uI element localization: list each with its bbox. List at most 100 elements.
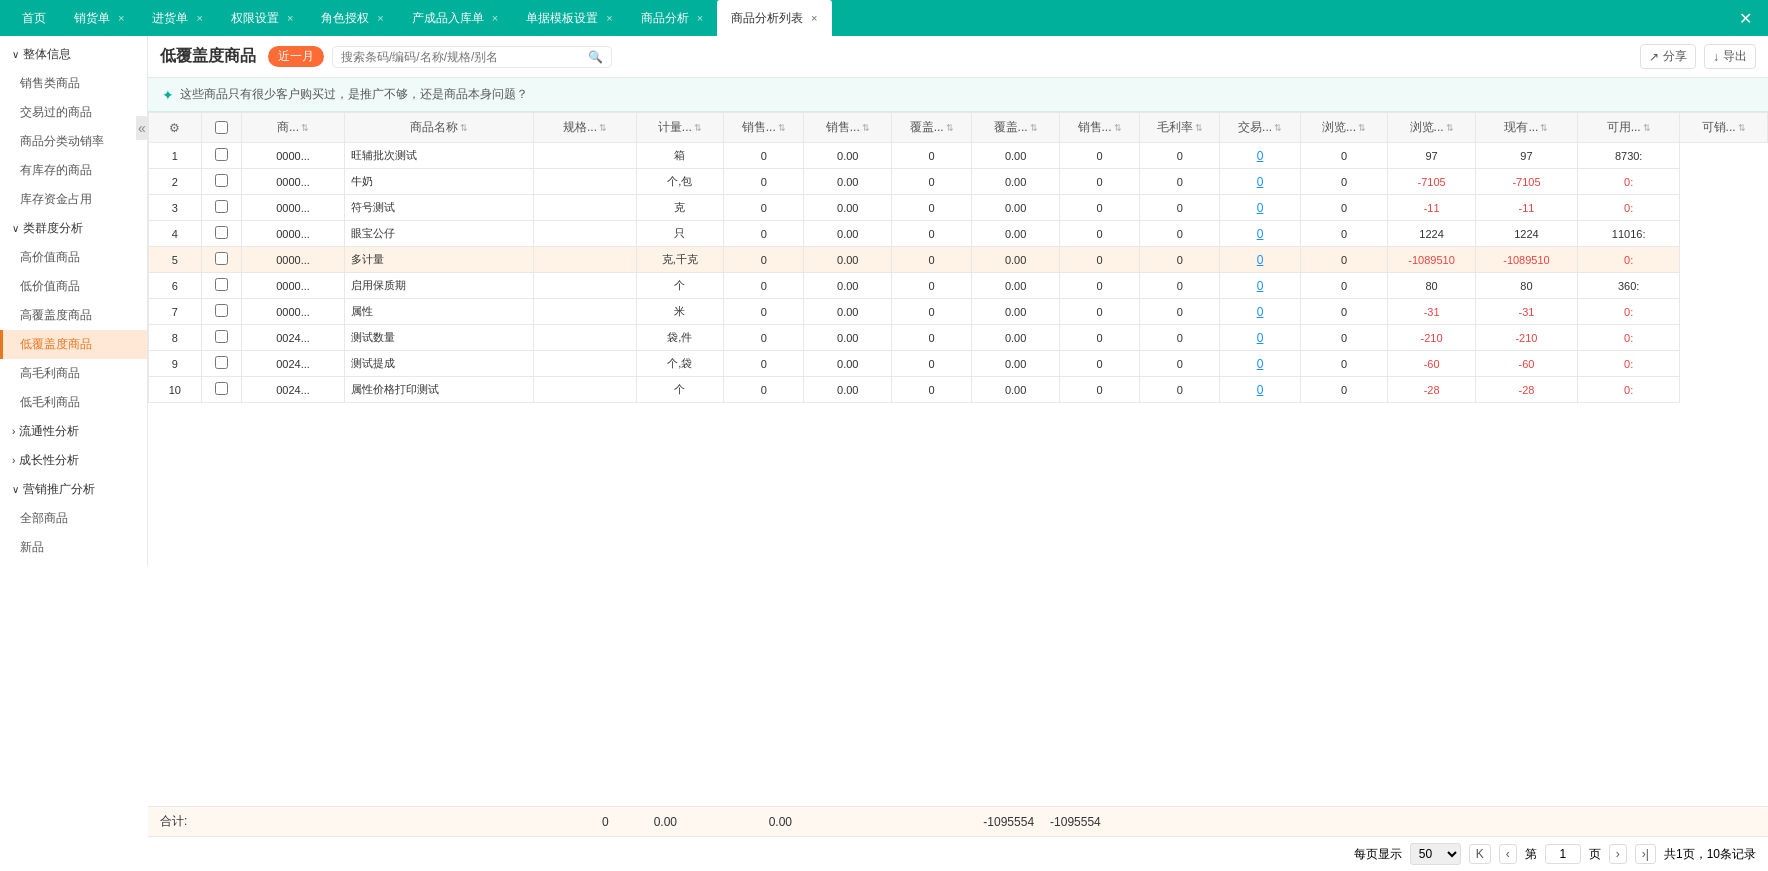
cell-checkbox[interactable] (201, 325, 242, 351)
sidebar-item-low-gross[interactable]: 低毛利商品 (0, 388, 147, 417)
close-icon[interactable]: × (492, 0, 498, 36)
th-gross-rate[interactable]: 毛利率⇅ (1140, 113, 1220, 143)
trade-link[interactable]: 0 (1257, 279, 1264, 293)
cell-trade[interactable]: 0 (1220, 377, 1300, 403)
nav-product-analysis-list[interactable]: 商品分析列表 × (717, 0, 831, 36)
sidebar-collapse-button[interactable]: « (136, 116, 148, 140)
sidebar-item-stocked-products[interactable]: 有库存的商品 (0, 156, 147, 185)
per-page-select[interactable]: 50 100 200 (1410, 843, 1461, 865)
nav-role-auth[interactable]: 角色授权 × (307, 0, 397, 36)
trade-link[interactable]: 0 (1257, 227, 1264, 241)
row-checkbox[interactable] (215, 148, 228, 161)
th-browse2[interactable]: 浏览...⇅ (1388, 113, 1476, 143)
th-code[interactable]: 商...⇅ (242, 113, 344, 143)
trade-link[interactable]: 0 (1257, 357, 1264, 371)
cell-checkbox[interactable] (201, 169, 242, 195)
row-checkbox[interactable] (215, 226, 228, 239)
trade-link[interactable]: 0 (1257, 175, 1264, 189)
close-all-tabs-button[interactable]: ✕ (1731, 9, 1760, 28)
sidebar-section-liquidity[interactable]: › 流通性分析 (0, 417, 147, 446)
share-button[interactable]: ↗ 分享 (1640, 44, 1696, 69)
close-icon[interactable]: × (606, 0, 612, 36)
row-checkbox[interactable] (215, 382, 228, 395)
period-button[interactable]: 近一月 (268, 46, 324, 67)
th-spec[interactable]: 规格...⇅ (534, 113, 636, 143)
trade-link[interactable]: 0 (1257, 305, 1264, 319)
th-cover2[interactable]: 覆盖...⇅ (972, 113, 1060, 143)
th-sales2[interactable]: 销售...⇅ (1059, 113, 1139, 143)
cell-checkbox[interactable] (201, 377, 242, 403)
sidebar-item-all-products[interactable]: 全部商品 (0, 504, 147, 533)
sidebar-item-high-coverage[interactable]: 高覆盖度商品 (0, 301, 147, 330)
cell-checkbox[interactable] (201, 273, 242, 299)
prev-page-button[interactable]: ‹ (1499, 844, 1517, 864)
sidebar-item-traded-products[interactable]: 交易过的商品 (0, 98, 147, 127)
th-checkbox[interactable] (201, 113, 242, 143)
table-wrapper[interactable]: ⚙ 商...⇅ 商品名称⇅ 规格...⇅ (148, 112, 1768, 806)
row-checkbox[interactable] (215, 330, 228, 343)
sidebar-section-marketing[interactable]: ∨ 营销推广分析 (0, 475, 147, 504)
sidebar-section-growth[interactable]: › 成长性分析 (0, 446, 147, 475)
search-input[interactable] (341, 50, 584, 64)
cell-trade[interactable]: 0 (1220, 351, 1300, 377)
settings-icon[interactable]: ⚙ (169, 121, 180, 135)
sidebar-item-category-turnover[interactable]: 商品分类动销率 (0, 127, 147, 156)
nav-product-warehouse[interactable]: 产成品入库单 × (398, 0, 512, 36)
row-checkbox[interactable] (215, 174, 228, 187)
row-checkbox[interactable] (215, 278, 228, 291)
row-checkbox[interactable] (215, 304, 228, 317)
trade-link[interactable]: 0 (1257, 383, 1264, 397)
cell-trade[interactable]: 0 (1220, 195, 1300, 221)
last-page-button[interactable]: ›| (1635, 844, 1656, 864)
row-checkbox[interactable] (215, 356, 228, 369)
th-sales-amt[interactable]: 销售...⇅ (804, 113, 892, 143)
nav-product-analysis[interactable]: 商品分析 × (627, 0, 717, 36)
page-number-input[interactable] (1545, 844, 1581, 864)
sidebar-item-high-value[interactable]: 高价值商品 (0, 243, 147, 272)
close-icon[interactable]: × (377, 0, 383, 36)
nav-home[interactable]: 首页 (8, 0, 60, 36)
cell-trade[interactable]: 0 (1220, 247, 1300, 273)
cell-checkbox[interactable] (201, 299, 242, 325)
close-icon[interactable]: × (118, 0, 124, 36)
th-cover1[interactable]: 覆盖...⇅ (892, 113, 972, 143)
close-icon[interactable]: × (196, 0, 202, 36)
export-button[interactable]: ↓ 导出 (1704, 44, 1756, 69)
trade-link[interactable]: 0 (1257, 331, 1264, 345)
nav-purchase-order[interactable]: 进货单 × (138, 0, 216, 36)
cell-trade[interactable]: 0 (1220, 221, 1300, 247)
trade-link[interactable]: 0 (1257, 149, 1264, 163)
th-settings[interactable]: ⚙ (149, 113, 202, 143)
row-checkbox[interactable] (215, 252, 228, 265)
close-icon[interactable]: × (287, 0, 293, 36)
th-available[interactable]: 可用...⇅ (1578, 113, 1680, 143)
th-browse1[interactable]: 浏览...⇅ (1300, 113, 1388, 143)
cell-checkbox[interactable] (201, 195, 242, 221)
cell-trade[interactable]: 0 (1220, 169, 1300, 195)
th-current[interactable]: 现有...⇅ (1475, 113, 1577, 143)
select-all-checkbox[interactable] (215, 121, 228, 134)
cell-checkbox[interactable] (201, 143, 242, 169)
nav-template-settings[interactable]: 单据模板设置 × (512, 0, 626, 36)
sidebar-item-low-value[interactable]: 低价值商品 (0, 272, 147, 301)
sidebar-item-stock-capital[interactable]: 库存资金占用 (0, 185, 147, 214)
th-trade[interactable]: 交易...⇅ (1220, 113, 1300, 143)
search-icon[interactable]: 🔍 (588, 50, 603, 64)
th-sellable[interactable]: 可销...⇅ (1680, 113, 1768, 143)
cell-checkbox[interactable] (201, 351, 242, 377)
sidebar-item-high-gross[interactable]: 高毛利商品 (0, 359, 147, 388)
th-name[interactable]: 商品名称⇅ (344, 113, 534, 143)
sidebar-section-overall[interactable]: ∨ 整体信息 (0, 40, 147, 69)
cell-checkbox[interactable] (201, 221, 242, 247)
cell-trade[interactable]: 0 (1220, 325, 1300, 351)
row-checkbox[interactable] (215, 200, 228, 213)
th-sales-count[interactable]: 销售...⇅ (724, 113, 804, 143)
nav-permission-settings[interactable]: 权限设置 × (217, 0, 307, 36)
sidebar-item-sales-products[interactable]: 销售类商品 (0, 69, 147, 98)
cell-trade[interactable]: 0 (1220, 273, 1300, 299)
trade-link[interactable]: 0 (1257, 201, 1264, 215)
first-page-button[interactable]: K (1469, 844, 1491, 864)
sidebar-item-low-coverage[interactable]: 低覆盖度商品 (0, 330, 147, 359)
next-page-button[interactable]: › (1609, 844, 1627, 864)
cell-trade[interactable]: 0 (1220, 143, 1300, 169)
